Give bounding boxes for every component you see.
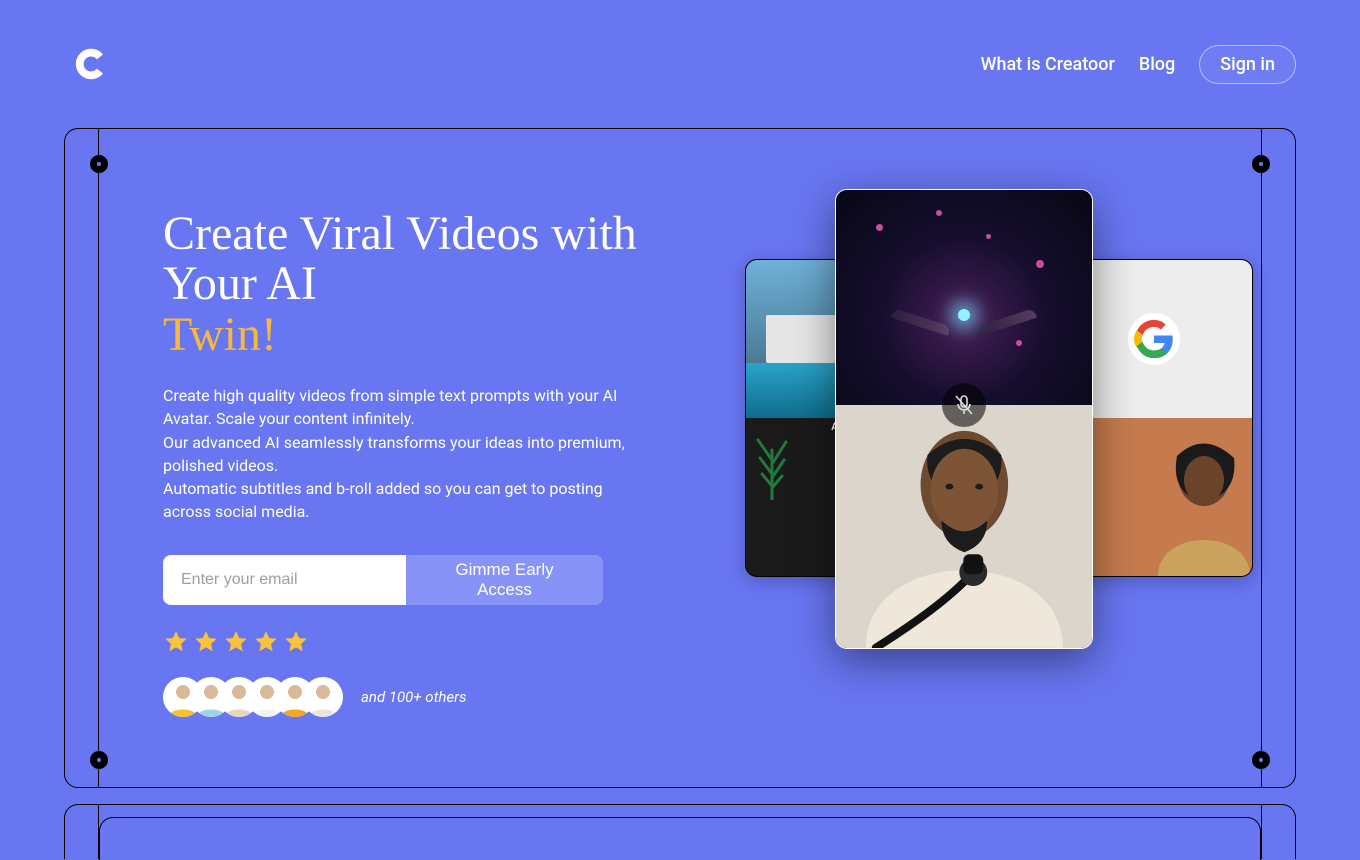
early-access-form: Gimme Early Access — [163, 555, 603, 605]
social-proof: and 100+ others — [163, 677, 683, 717]
frame-vline-right — [1261, 129, 1262, 787]
frame-dot-br — [1252, 751, 1270, 769]
early-access-button[interactable]: Gimme Early Access — [406, 555, 603, 605]
main-card-bottom — [836, 405, 1092, 648]
desc-line-1: Create high quality videos from simple t… — [163, 384, 643, 430]
video-card-main[interactable] — [835, 189, 1093, 649]
desc-line-2: Our advanced AI seamlessly transforms yo… — [163, 431, 643, 477]
star-icon — [253, 629, 279, 655]
lower-panel — [64, 804, 1296, 859]
glow-core — [958, 309, 970, 321]
star-rating — [163, 629, 683, 655]
top-nav: What is Creatoor Blog Sign in — [64, 40, 1296, 88]
headline-main: Create Viral Videos with Your AI — [163, 207, 637, 310]
main-person — [836, 405, 1093, 648]
star-icon — [163, 629, 189, 655]
video-gallery: A KIN — [745, 189, 1253, 729]
frame-vline-left — [98, 129, 99, 787]
frame-dot-bl — [90, 751, 108, 769]
frame-dot-tr — [1252, 155, 1270, 173]
hero-panel: Create Viral Videos with Your AI Twin! C… — [64, 128, 1296, 788]
lower-panel-inner — [99, 817, 1261, 860]
headline-accent: Twin! — [163, 308, 277, 361]
nav-link-blog[interactable]: Blog — [1139, 54, 1175, 75]
avatar — [303, 677, 343, 717]
logo-c-icon — [73, 47, 107, 81]
avatar-stack — [163, 677, 343, 717]
others-text: and 100+ others — [361, 688, 467, 706]
sign-in-button[interactable]: Sign in — [1199, 45, 1296, 84]
hero-headline: Create Viral Videos with Your AI Twin! — [163, 209, 683, 360]
right-person — [1142, 436, 1253, 576]
star-icon — [283, 629, 309, 655]
main-card-top — [836, 190, 1092, 405]
strip-vline-right — [1261, 805, 1262, 859]
email-input[interactable] — [163, 555, 406, 605]
nav-right: What is Creatoor Blog Sign in — [981, 45, 1296, 84]
logo[interactable] — [64, 40, 116, 88]
desc-line-3: Automatic subtitles and b-roll added so … — [163, 477, 643, 523]
nav-link-what-is[interactable]: What is Creatoor — [981, 54, 1115, 75]
mic-muted-icon[interactable] — [942, 383, 986, 427]
hero-copy: Create Viral Videos with Your AI Twin! C… — [163, 209, 683, 717]
plant-icon — [752, 430, 792, 500]
star-icon — [193, 629, 219, 655]
google-logo-icon — [1128, 313, 1180, 365]
frame-dot-tl — [90, 155, 108, 173]
hero-description: Create high quality videos from simple t… — [163, 384, 643, 523]
star-icon — [223, 629, 249, 655]
